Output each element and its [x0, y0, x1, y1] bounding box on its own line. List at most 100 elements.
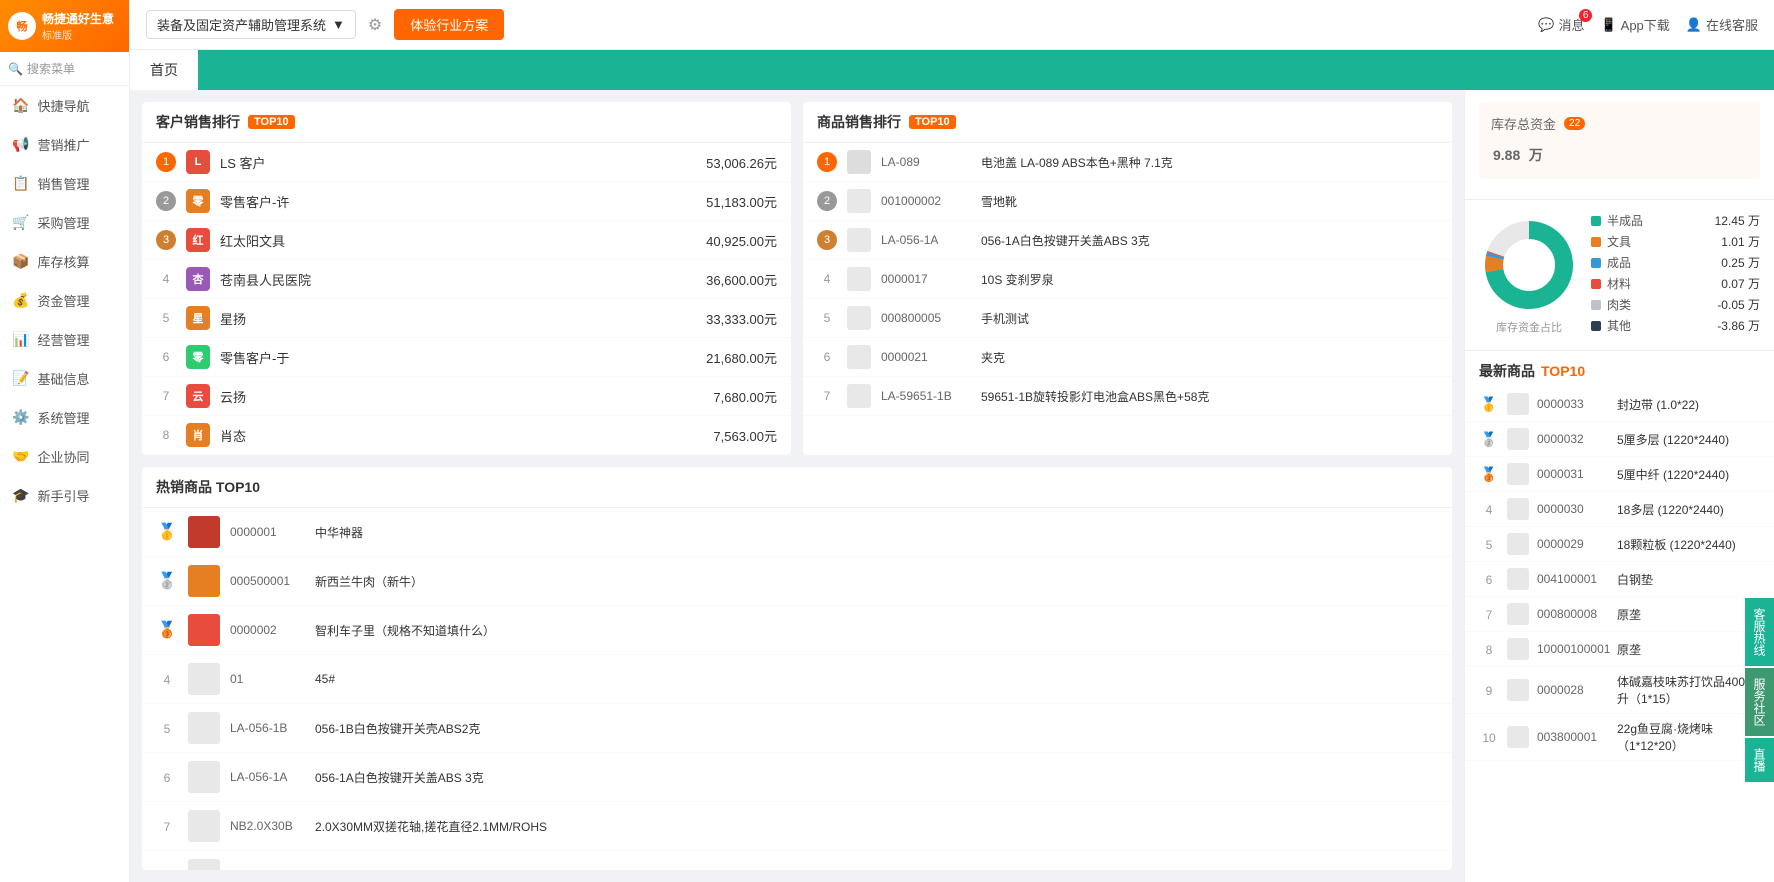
trial-button[interactable]: 体验行业方案 [394, 9, 504, 40]
guide-icon: 🎓 [12, 487, 29, 504]
right-panel: 库存总资金 22 9.88 万 [1464, 90, 1774, 882]
hot-product-row-1: 🥇 0000001 中华神器 [142, 508, 1452, 557]
tab-home[interactable]: 首页 [130, 50, 198, 90]
app-download-label: App下载 [1621, 15, 1670, 34]
prod-rank-4: 4 [817, 272, 837, 286]
new-rank-9: 9 [1479, 683, 1499, 698]
float-btn-community[interactable]: 服务社区 [1745, 668, 1774, 736]
notifications[interactable]: 💬 消息 6 [1538, 15, 1584, 34]
finance-label: 资金管理 [37, 291, 89, 310]
prod-rank-3: 3 [817, 230, 837, 250]
new-code-1: 0000033 [1537, 397, 1609, 411]
new-products-title: 最新商品 TOP10 [1465, 351, 1774, 387]
medal-icon-1: 🥇 [157, 524, 177, 541]
legend-dot-1 [1591, 237, 1601, 247]
new-product-row-8: 8 10000100001 原垄 [1465, 632, 1774, 667]
system-icon: ⚙️ [12, 409, 29, 426]
customer-name-5: 星扬 [220, 309, 696, 328]
sales-icon: 📋 [12, 175, 29, 192]
inventory-header: 库存总资金 22 9.88 万 [1479, 102, 1760, 179]
donut-section: 库存资金占比 半成品 12.45 万 文具 1.01 万 [1465, 200, 1774, 351]
prod-code-4: 0000017 [881, 272, 971, 286]
float-btn-live[interactable]: 直播 [1745, 738, 1774, 782]
logo-badge: 标准版 [42, 27, 114, 42]
new-name-6: 白钢垫 [1617, 571, 1760, 588]
customer-rank-row: 7 云 云扬 7,680.00元 [142, 377, 791, 416]
legend-val-0: 12.45 万 [1715, 212, 1760, 229]
new-name-2: 5厘多层 (1220*2440) [1617, 431, 1760, 448]
medal-icon-3: 🥉 [157, 622, 177, 639]
customer-amount-4: 36,600.00元 [706, 270, 777, 289]
sidebar-item-finance[interactable]: 💰 资金管理 [0, 281, 129, 320]
service-icon: 👤 [1686, 17, 1702, 33]
inventory-icon: 📦 [12, 253, 29, 270]
sidebar-item-purchase[interactable]: 🛒 采购管理 [0, 203, 129, 242]
sidebar-item-system[interactable]: ⚙️ 系统管理 [0, 398, 129, 437]
enterprise-icon: 🤝 [12, 448, 29, 465]
product-sales-table: 1 LA-089 电池盖 LA-089 ABS本色+黑种 7.1克 2 0010… [803, 143, 1452, 416]
online-service[interactable]: 👤 在线客服 [1686, 15, 1758, 34]
quick-nav-icon: 🏠 [12, 97, 29, 114]
new-name-4: 18多层 (1220*2440) [1617, 501, 1760, 518]
customer-rank-row: 6 零 零售客户-于 21,680.00元 [142, 338, 791, 377]
hot-name-5: 056-1B白色按键开关壳ABS2克 [315, 720, 1438, 737]
legend-val-1: 1.01 万 [1721, 233, 1760, 250]
search-menu[interactable]: 🔍 搜索菜单 [0, 52, 129, 86]
sidebar-item-basics[interactable]: 📝 基础信息 [0, 359, 129, 398]
customer-amount-1: 53,006.26元 [706, 153, 777, 172]
top-panels: 客户销售排行 TOP10 1 L LS 客户 53,006.26元 [142, 102, 1452, 455]
sidebar-item-guide[interactable]: 🎓 新手引导 [0, 476, 129, 515]
message-icon: 💬 [1538, 17, 1554, 33]
new-product-row-4: 4 0000030 18多层 (1220*2440) [1465, 492, 1774, 527]
customer-ranking-table: 1 L LS 客户 53,006.26元 2 零 零售客户-许 51,183.0… [142, 143, 791, 455]
sidebar-item-quick-nav[interactable]: 🏠 快捷导航 [0, 86, 129, 125]
product-row-3: 3 LA-056-1A 056-1A白色按键开关盖ABS 3克 [803, 221, 1452, 260]
customer-amount-6: 21,680.00元 [706, 348, 777, 367]
search-label: 搜索菜单 [27, 60, 75, 77]
page-tabs: 首页 [130, 50, 1774, 90]
product-row-5: 5 000800005 手机测试 [803, 299, 1452, 338]
prod-thumb-3 [847, 228, 871, 252]
hot-code-3: 0000002 [230, 623, 305, 637]
sidebar-item-sales[interactable]: 📋 销售管理 [0, 164, 129, 203]
donut-chart [1479, 215, 1579, 315]
customer-ranking-badge: TOP10 [248, 115, 295, 129]
inventory-section-label: 库存总资金 [1491, 114, 1556, 133]
legend-val-3: 0.07 万 [1721, 275, 1760, 292]
system-select[interactable]: 装备及固定资产辅助管理系统 ▼ [146, 10, 356, 39]
customer-name-7: 云扬 [220, 387, 703, 406]
product-row-7: 7 LA-59651-1B 59651-1B旋转投影灯电池盒ABS黑色+58克 [803, 377, 1452, 416]
new-product-row-5: 5 0000029 18颗粒板 (1220*2440) [1465, 527, 1774, 562]
hot-code-1: 0000001 [230, 525, 305, 539]
customer-avatar-7: 云 [186, 384, 210, 408]
hot-name-7: 2.0X30MM双搓花轴,搓花直径2.1MM/ROHS [315, 818, 1438, 835]
hot-product-row-8: 8 0000011 12070519-xs [142, 851, 1452, 870]
donut-legend: 半成品 12.45 万 文具 1.01 万 成品 0.25 万 [1591, 212, 1760, 338]
hot-products-header: 热销商品 TOP10 [142, 467, 1452, 508]
customer-avatar-3: 红 [186, 228, 210, 252]
settings-icon[interactable]: ⚙ [368, 15, 382, 35]
sidebar-item-inventory[interactable]: 📦 库存核算 [0, 242, 129, 281]
sidebar-item-operations[interactable]: 📊 经营管理 [0, 320, 129, 359]
new-rank-2: 🥈 [1479, 431, 1499, 448]
new-num-6: 6 [1486, 573, 1493, 587]
new-products-top-label: TOP10 [1541, 363, 1585, 379]
sidebar-item-marketing[interactable]: 📢 营销推广 [0, 125, 129, 164]
prod-rank-1: 1 [817, 152, 837, 172]
hot-product-row-5: 5 LA-056-1B 056-1B白色按键开关壳ABS2克 [142, 704, 1452, 753]
new-num-7: 7 [1486, 608, 1493, 622]
legend-name-4: 肉类 [1607, 296, 1711, 313]
inventory-count-badge: 22 [1564, 117, 1585, 130]
float-btn-service[interactable]: 客服热线 [1745, 598, 1774, 666]
hot-name-2: 新西兰牛肉（新牛） [315, 573, 1438, 590]
sidebar-item-enterprise[interactable]: 🤝 企业协同 [0, 437, 129, 476]
chevron-down-icon: ▼ [332, 17, 345, 32]
new-thumb-6 [1507, 568, 1529, 590]
inventory-amount: 9.88 万 [1491, 139, 1748, 167]
new-thumb-1 [1507, 393, 1529, 415]
app-download[interactable]: 📱 App下载 [1600, 15, 1669, 34]
customer-rank-row: 2 零 零售客户-许 51,183.00元 [142, 182, 791, 221]
new-code-9: 0000028 [1537, 683, 1609, 697]
hot-rank-4: 4 [156, 672, 178, 687]
legend-name-2: 成品 [1607, 254, 1715, 271]
